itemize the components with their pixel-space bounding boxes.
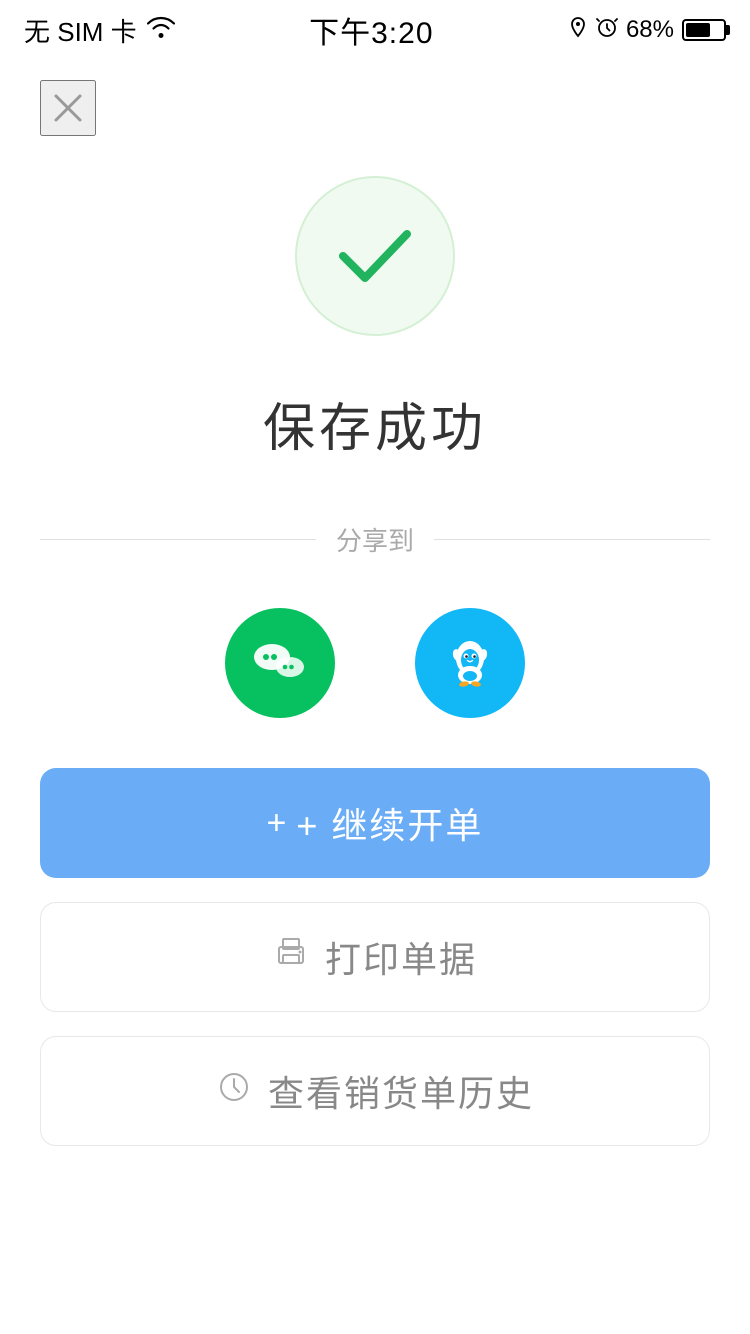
divider-left	[40, 539, 316, 540]
checkmark-icon	[335, 226, 415, 286]
status-right: 68%	[568, 16, 726, 45]
close-button[interactable]	[40, 80, 96, 136]
status-bar: 无 SIM 卡 下午3:20 68%	[0, 0, 750, 60]
location-icon	[568, 16, 588, 45]
close-icon	[50, 90, 86, 126]
battery-icon	[682, 19, 726, 41]
success-area: 保存成功	[40, 176, 710, 461]
wechat-icon	[248, 631, 312, 695]
qq-icon	[440, 633, 500, 693]
continue-label: + 继续开单	[296, 797, 483, 849]
share-section: 分享到	[40, 521, 710, 718]
success-title: 保存成功	[263, 386, 487, 461]
battery-percent: 68%	[626, 16, 674, 44]
history-label: 查看销货单历史	[268, 1065, 534, 1117]
continue-button[interactable]: + + 继续开单	[40, 768, 710, 878]
status-time: 下午3:20	[309, 8, 433, 52]
clock-icon	[216, 1069, 252, 1114]
share-label: 分享到	[336, 521, 414, 558]
alarm-icon	[596, 16, 618, 45]
wechat-circle	[225, 608, 335, 718]
status-left: 无 SIM 卡	[24, 12, 175, 49]
print-button[interactable]: 打印单据	[40, 902, 710, 1012]
plus-icon: +	[267, 804, 289, 843]
qq-circle	[415, 608, 525, 718]
print-icon	[273, 935, 309, 980]
share-qq-button[interactable]	[415, 608, 525, 718]
share-icons-row	[40, 608, 710, 718]
divider-right	[434, 539, 710, 540]
action-buttons: + + 继续开单 打印单据 查看销货单历	[40, 768, 710, 1146]
page-content: 保存成功 分享到	[0, 60, 750, 1206]
wifi-icon	[147, 16, 175, 45]
share-wechat-button[interactable]	[225, 608, 335, 718]
no-sim-label: 无 SIM 卡	[24, 12, 137, 49]
success-circle	[295, 176, 455, 336]
history-button[interactable]: 查看销货单历史	[40, 1036, 710, 1146]
print-label: 打印单据	[325, 931, 477, 983]
share-divider-row: 分享到	[40, 521, 710, 558]
